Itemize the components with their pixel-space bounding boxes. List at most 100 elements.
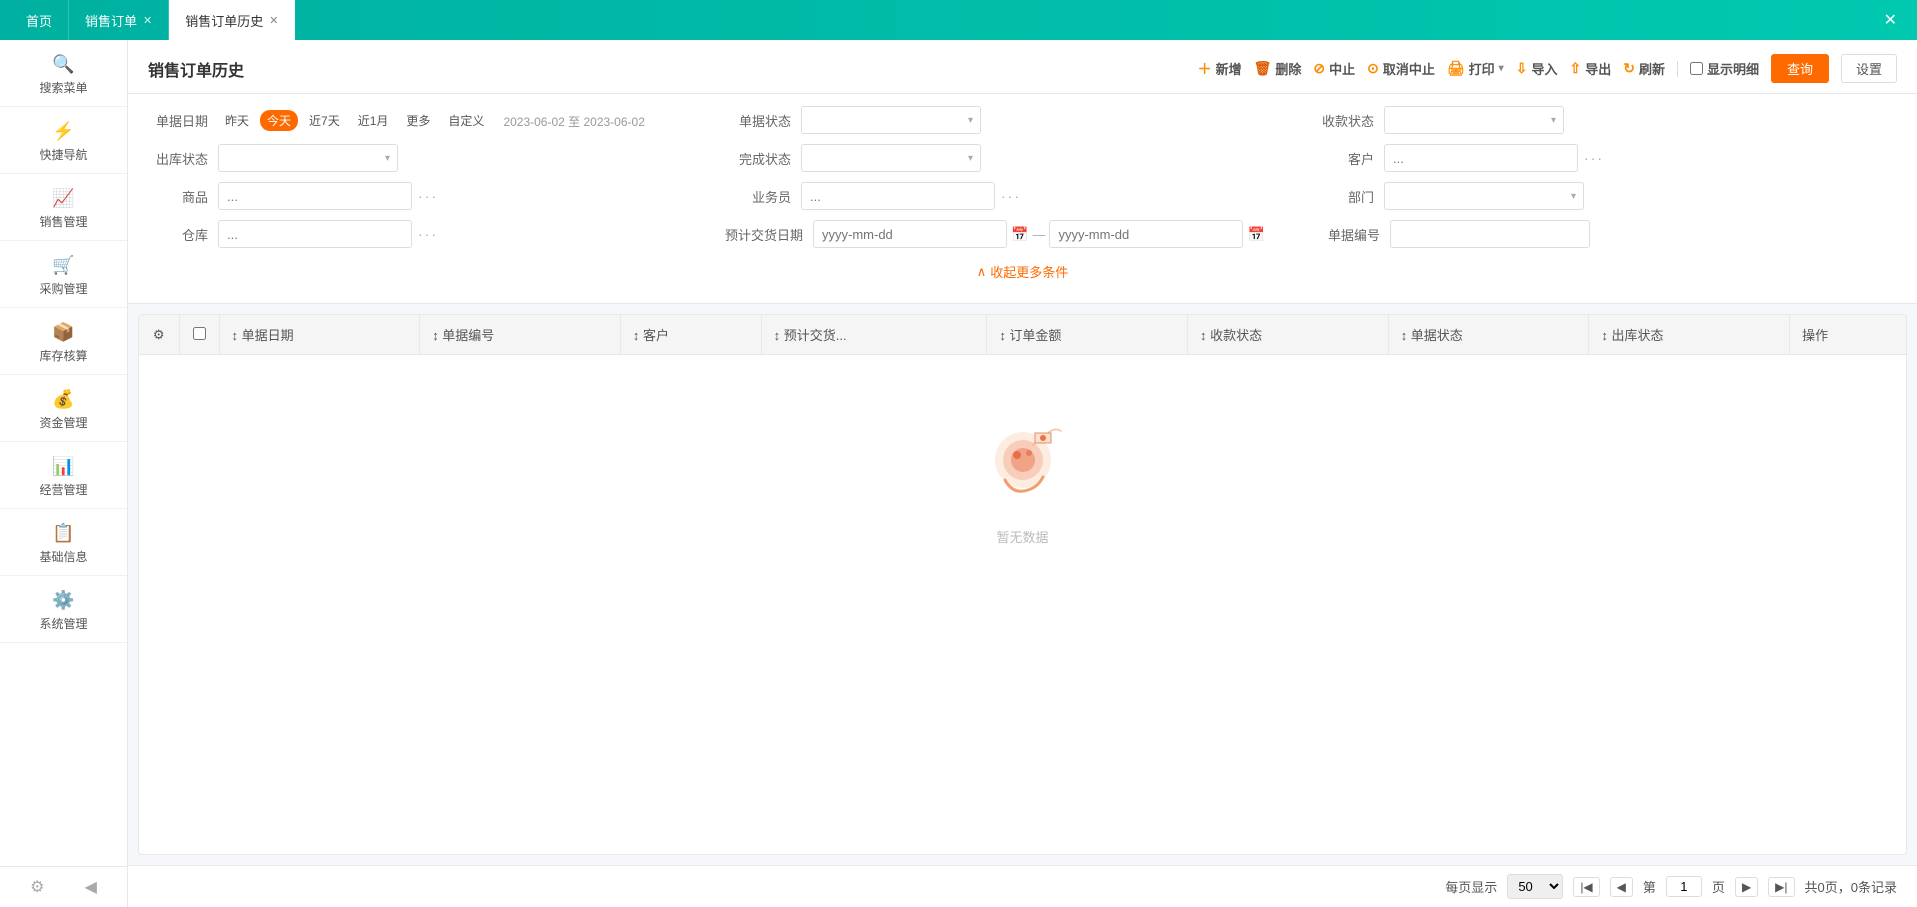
warehouse-more-dots[interactable]: ··· [418,226,438,242]
col-receipt-status: ↕ 收款状态 [1188,315,1389,355]
window-close-icon[interactable]: ✕ [1884,10,1897,30]
page-prev-button[interactable]: ◀ [1610,877,1633,897]
tab-sales-order-close[interactable]: ✕ [143,14,152,27]
sidebar-item-sales-mgmt[interactable]: 📈 销售管理 [0,174,127,241]
select-all-checkbox[interactable] [193,327,206,340]
sidebar-item-base-info[interactable]: 📋 基础信息 [0,509,127,576]
top-bar-right: ✕ [1884,10,1907,30]
empty-cell: 暂无数据 [139,355,1906,607]
print-label: 打印 [1469,59,1495,78]
sidebar-bottom: ⚙ ◀ [0,866,127,907]
bill-no-label: 单据编号 [1320,225,1390,244]
sidebar-item-sys-mgmt[interactable]: ⚙️ 系统管理 [0,576,127,643]
refresh-button[interactable]: ↻ 刷新 [1623,59,1665,78]
sidebar-settings-icon[interactable]: ⚙ [30,877,44,897]
tab-home[interactable]: 首页 [10,0,69,40]
calendar-from-icon[interactable]: 📅 [1011,226,1028,243]
customer-more-dots[interactable]: ··· [1584,150,1604,166]
sidebar-item-quick-nav[interactable]: ⚡ 快捷导航 [0,107,127,174]
cancel-stop-button[interactable]: ⊙ 取消中止 [1367,59,1435,78]
bill-status-select[interactable] [801,106,981,134]
shortcut-today[interactable]: 今天 [260,110,298,131]
page-next-button[interactable]: ▶ [1735,877,1758,897]
product-input[interactable] [218,182,412,210]
warehouse-input[interactable] [218,220,412,248]
stop-button[interactable]: ⊘ 中止 [1313,59,1355,78]
expected-date-from[interactable] [813,220,1007,248]
inventory-icon: 📦 [52,322,74,343]
department-select[interactable] [1384,182,1584,210]
shortcut-1month[interactable]: 近1月 [351,110,396,131]
sidebar-label-quick-nav: 快捷导航 [39,146,87,163]
show-detail-checkbox-wrap[interactable]: 显示明细 [1690,59,1759,78]
receipt-status-select[interactable] [1384,106,1564,134]
tab-sales-order[interactable]: 销售订单 ✕ [69,0,169,40]
col-customer-label: ↕ 客户 [633,328,669,343]
data-table: ⚙ ↕ 单据日期 ↕ 单据编号 ↕ 客户 [139,315,1906,606]
tab-sales-order-history-close[interactable]: ✕ [269,14,278,27]
sidebar-label-search-menu: 搜索菜单 [39,79,87,96]
sales-mgmt-icon: 📈 [52,188,74,209]
complete-select[interactable] [801,144,981,172]
sidebar-item-inventory[interactable]: 📦 库存核算 [0,308,127,375]
import-label: 导入 [1531,59,1557,78]
table-body: 暂无数据 [139,355,1906,607]
cancel-stop-icon: ⊙ [1367,60,1379,77]
sidebar-item-purchase-mgmt[interactable]: 🛒 采购管理 [0,241,127,308]
salesperson-more-dots[interactable]: ··· [1001,188,1021,204]
sidebar-collapse-icon[interactable]: ◀ [85,877,97,897]
finance-icon: 💰 [52,389,74,410]
sidebar-item-finance[interactable]: 💰 资金管理 [0,375,127,442]
page-last-button[interactable]: ▶| [1768,877,1794,897]
sidebar-label-base-info: 基础信息 [39,548,87,565]
product-more-dots[interactable]: ··· [418,188,438,204]
sidebar-label-finance: 资金管理 [39,414,87,431]
customer-label: 客户 [1314,149,1384,168]
page-number-input[interactable] [1666,876,1702,897]
shortcut-yesterday[interactable]: 昨天 [218,110,256,131]
bill-no-input[interactable] [1390,220,1590,248]
expected-date-wrap: 📅 — 📅 [813,220,1265,248]
shortcut-7days[interactable]: 近7天 [302,110,347,131]
customer-input[interactable] [1384,144,1578,172]
collapse-button[interactable]: ∧ 收起更多条件 [977,258,1069,285]
quick-nav-icon: ⚡ [52,121,74,142]
col-bill-no-label: ↕ 单据编号 [432,328,494,343]
setting-button[interactable]: 设置 [1841,54,1897,83]
expected-date-to[interactable] [1049,220,1243,248]
tab-sales-order-history[interactable]: 销售订单历史 ✕ [169,0,295,40]
bill-no-group [1390,220,1897,248]
query-button[interactable]: 查询 [1771,54,1829,83]
filter-row-2: 出库状态 ▾ 完成状态 ▾ [148,144,1897,172]
sidebar-label-purchase-mgmt: 采购管理 [39,280,87,297]
salesperson-group: ··· [801,182,1314,210]
empty-row: 暂无数据 [139,355,1906,607]
stock-out-select[interactable] [218,144,398,172]
new-button[interactable]: ＋ 新增 [1198,59,1242,79]
import-button[interactable]: ⇩ 导入 [1516,59,1558,78]
collapse-label: 收起更多条件 [990,262,1068,281]
department-group: ▾ [1384,182,1897,210]
empty-illustration [973,415,1073,515]
shortcut-more[interactable]: 更多 [399,110,437,131]
print-button[interactable]: 🖨 打印 [1447,59,1504,78]
stop-label: 中止 [1329,59,1355,78]
delete-button[interactable]: 🗑 删除 [1254,59,1302,78]
table-header-row: ⚙ ↕ 单据日期 ↕ 单据编号 ↕ 客户 [139,315,1906,355]
col-settings[interactable]: ⚙ [139,315,179,355]
date-range-display: 2023-06-02 至 2023-06-02 [503,111,644,130]
complete-group: ▾ [801,144,1314,172]
page-first-button[interactable]: |◀ [1573,877,1599,897]
sidebar-item-ops-mgmt[interactable]: 📊 经营管理 [0,442,127,509]
calendar-to-icon[interactable]: 📅 [1247,226,1264,243]
export-button[interactable]: ⇧ 导出 [1569,59,1611,78]
salesperson-input[interactable] [801,182,995,210]
shortcut-custom[interactable]: 自定义 [441,110,491,131]
page-size-select[interactable]: 50 10 20 100 [1507,874,1563,899]
sidebar-item-search-menu[interactable]: 🔍 搜索菜单 [0,40,127,107]
stop-icon: ⊘ [1313,60,1325,77]
page-header: 销售订单历史 ＋ 新增 🗑 删除 ⊘ 中止 ⊙ 取消中止 [128,40,1917,94]
col-operation-label: 操作 [1802,328,1828,343]
empty-text: 暂无数据 [996,527,1048,546]
show-detail-checkbox[interactable] [1690,62,1703,75]
